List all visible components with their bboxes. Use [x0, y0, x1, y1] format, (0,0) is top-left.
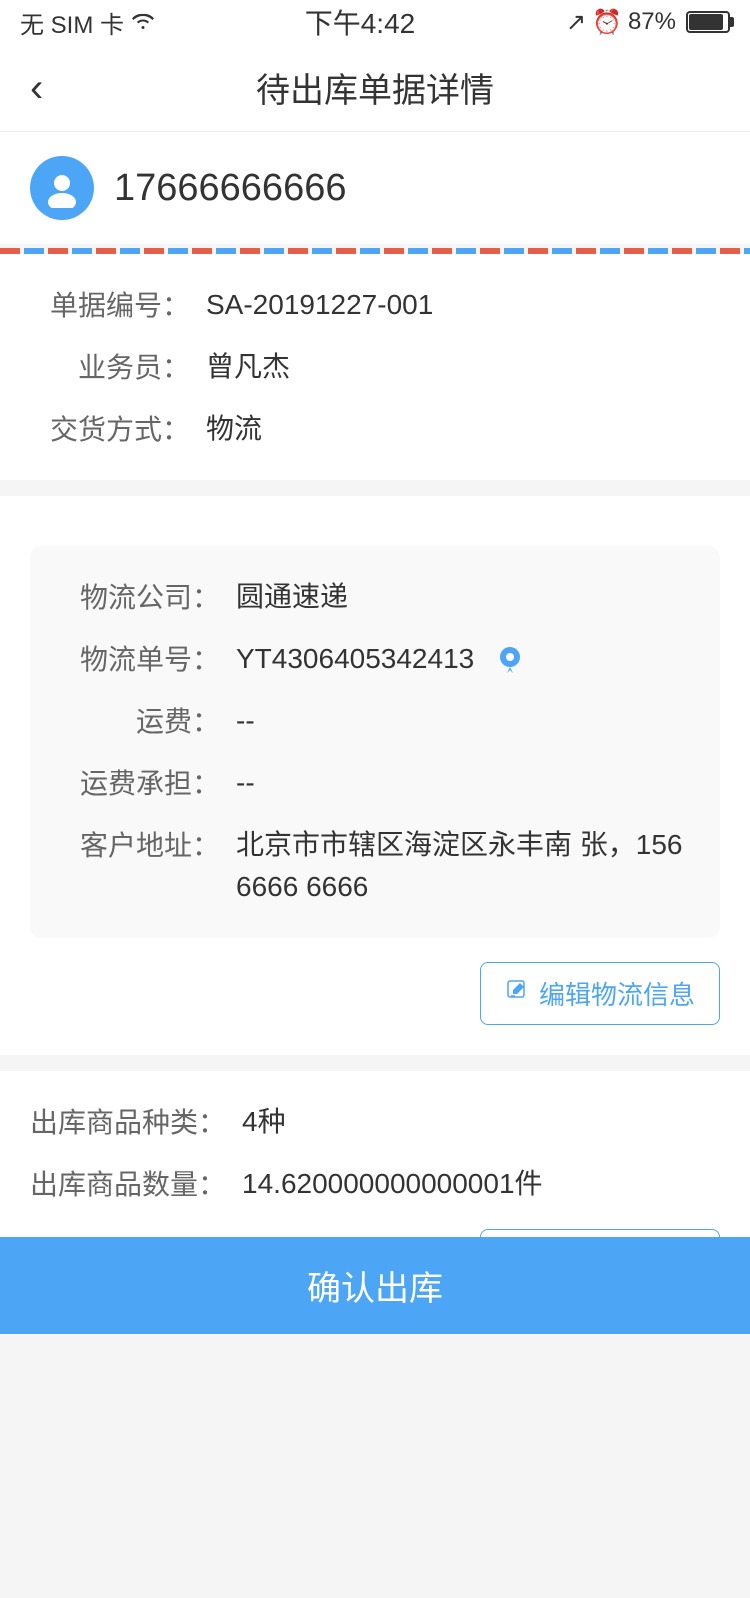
avatar [30, 156, 94, 220]
freight-value: -- [236, 700, 690, 742]
logistics-company-label: 物流公司： [60, 576, 220, 616]
user-phone: 17666666666 [114, 167, 346, 210]
edit-btn-row: 编辑物流信息 [30, 962, 720, 1025]
status-time: 下午4:42 [305, 2, 416, 42]
sales-person-row: 业务员： 曾凡杰 [30, 346, 720, 388]
stock-quantity-label: 出库商品数量： [30, 1163, 226, 1203]
document-number-row: 单据编号： SA-20191227-001 [30, 284, 720, 326]
nav-bar: ‹ 待出库单据详情 [0, 44, 750, 132]
tracking-number-label: 物流单号： [60, 638, 220, 678]
edit-logistics-button[interactable]: 编辑物流信息 [480, 962, 720, 1025]
status-bar: 无 SIM 卡 下午4:42 ↗ ⏰ 87% [0, 0, 750, 44]
tracking-number-value: YT4306405342413 [236, 638, 474, 680]
address-label: 客户地址： [60, 824, 220, 864]
address-value: 北京市市辖区海淀区永丰南 张，156 6666 6666 [236, 824, 690, 908]
stock-quantity-value: 14.620000000000001件 [242, 1163, 720, 1205]
stock-category-row: 出库商品种类： 4种 [30, 1101, 720, 1143]
freight-bear-row: 运费承担： -- [60, 762, 690, 804]
confirm-btn-container: 确认出库 [0, 1237, 750, 1334]
document-number-label: 单据编号： [30, 284, 190, 324]
battery-label: 87% [628, 8, 676, 36]
stock-quantity-row: 出库商品数量： 14.620000000000001件 [30, 1163, 720, 1205]
edit-logistics-label: 编辑物流信息 [539, 975, 695, 1012]
logistics-section: 物流公司： 圆通速递 物流单号： YT4306405342413 运费： -- [0, 496, 750, 1055]
alarm-icon: ⏰ [592, 8, 622, 37]
wifi-icon [132, 8, 154, 36]
tracking-number-row: 物流单号： YT4306405342413 [60, 638, 690, 680]
edit-icon [505, 978, 529, 1009]
logistics-card: 物流公司： 圆通速递 物流单号： YT4306405342413 运费： -- [30, 546, 720, 938]
delivery-method-row: 交货方式： 物流 [30, 408, 720, 450]
gray-area [0, 1338, 750, 1498]
tracking-number-value-row: YT4306405342413 [236, 638, 690, 680]
order-info-section: 单据编号： SA-20191227-001 业务员： 曾凡杰 交货方式： 物流 [0, 254, 750, 480]
freight-label: 运费： [60, 700, 220, 740]
freight-row: 运费： -- [60, 700, 690, 742]
back-button[interactable]: ‹ [30, 68, 43, 108]
sales-person-label: 业务员： [30, 346, 190, 386]
sales-person-value: 曾凡杰 [206, 346, 720, 388]
freight-bear-label: 运费承担： [60, 762, 220, 802]
carrier-label: 无 SIM 卡 [20, 5, 124, 40]
delivery-method-value: 物流 [206, 408, 720, 450]
battery-icon [686, 11, 730, 33]
status-left: 无 SIM 卡 [20, 5, 154, 40]
logistics-company-value: 圆通速递 [236, 576, 690, 618]
map-location-icon[interactable] [490, 639, 530, 679]
location-status-icon: ↗ [566, 8, 586, 37]
status-right: ↗ ⏰ 87% [566, 8, 730, 37]
page-title: 待出库单据详情 [256, 63, 494, 112]
stock-category-label: 出库商品种类： [30, 1101, 226, 1141]
address-row: 客户地址： 北京市市辖区海淀区永丰南 张，156 6666 6666 [60, 824, 690, 908]
bottom-space [0, 1498, 750, 1598]
user-header: 17666666666 [0, 132, 750, 244]
document-number-value: SA-20191227-001 [206, 284, 720, 326]
confirm-button[interactable]: 确认出库 [307, 1261, 443, 1310]
delivery-method-label: 交货方式： [30, 408, 190, 448]
freight-bear-value: -- [236, 762, 690, 804]
logistics-company-row: 物流公司： 圆通速递 [60, 576, 690, 618]
stock-category-value: 4种 [242, 1101, 720, 1143]
